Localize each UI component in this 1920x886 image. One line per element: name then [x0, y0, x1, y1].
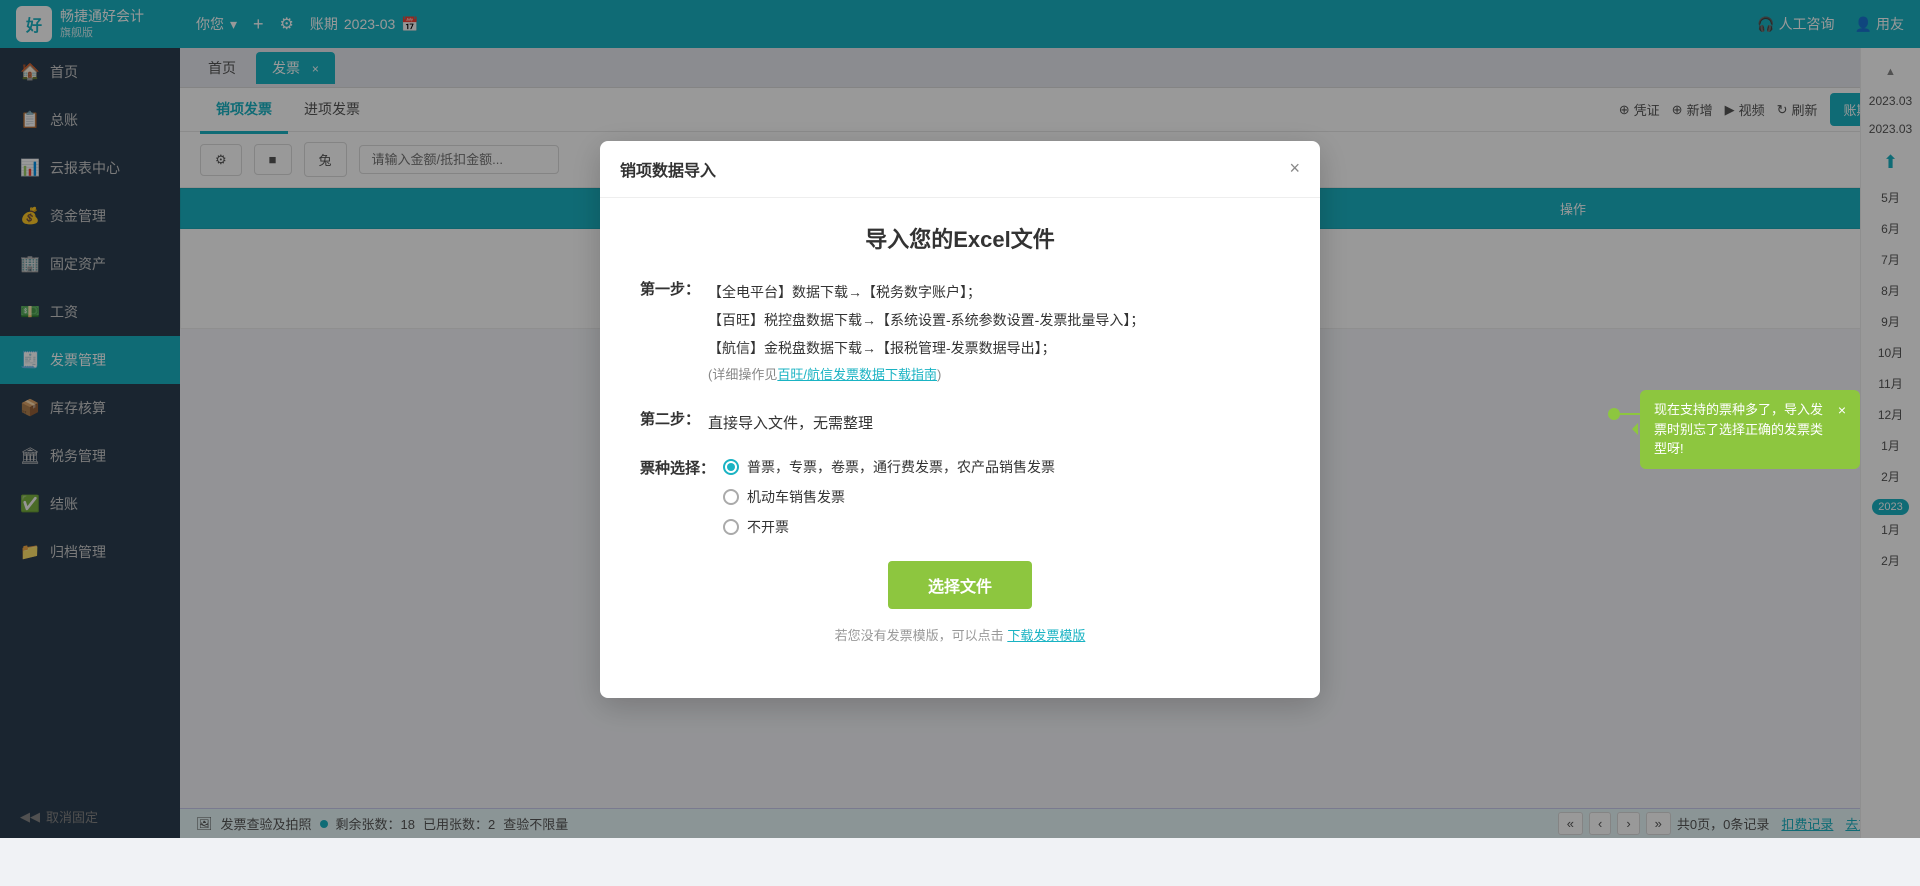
radio-group: 普票，专票，卷票，通行费发票，农产品销售发票 机动车销售发票 不开票 — [723, 457, 1055, 537]
radio-circle-2 — [723, 519, 739, 535]
step1-line3: 【航信】金税盘数据下载→【报税管理-发票数据导出】； — [708, 334, 1144, 362]
radio-option-1[interactable]: 机动车销售发票 — [723, 487, 1055, 507]
modal-main-title: 导入您的Excel文件 — [640, 222, 1280, 254]
radio-option-2[interactable]: 不开票 — [723, 517, 1055, 537]
step2-row: 第二步： 直接导入文件，无需整理 — [640, 408, 1280, 437]
modal-body: 导入您的Excel文件 第一步： 【全电平台】数据下载→【税务数字账户】； 【百… — [600, 198, 1320, 668]
select-file-btn[interactable]: 选择文件 — [888, 561, 1032, 609]
modal-title: 销项数据导入 — [620, 157, 716, 181]
modal-header: 销项数据导入 × — [600, 141, 1320, 198]
modal-overlay: 销项数据导入 × 导入您的Excel文件 第一步： 【全电平台】数据下载→【税务… — [0, 0, 1920, 838]
step1-line2: 【百旺】税控盘数据下载→【系统设置-系统参数设置-发票批量导入】； — [708, 306, 1144, 334]
step1-line1: 【全电平台】数据下载→【税务数字账户】； — [708, 278, 1144, 306]
radio-label-2: 不开票 — [747, 517, 789, 537]
radio-dot-0 — [727, 463, 735, 471]
step1-row: 第一步： 【全电平台】数据下载→【税务数字账户】； 【百旺】税控盘数据下载→【系… — [640, 278, 1280, 388]
step1-content: 【全电平台】数据下载→【税务数字账户】； 【百旺】税控盘数据下载→【系统设置-系… — [708, 278, 1144, 388]
ticket-section: 票种选择： 普票，专票，卷票，通行费发票，农产品销售发票 机动车销售发票 — [640, 457, 1280, 537]
step2-section: 第二步： 直接导入文件，无需整理 — [640, 408, 1280, 437]
modal-footer: 选择文件 — [640, 561, 1280, 609]
tooltip-close-btn[interactable]: × — [1838, 400, 1846, 421]
tooltip-text: 现在支持的票种多了，导入发票时别忘了选择正确的发票类型呀! — [1654, 402, 1823, 456]
radio-label-1: 机动车销售发票 — [747, 487, 845, 507]
tooltip-dot — [1608, 408, 1620, 420]
step1-link[interactable]: 百旺/航信发票数据下载指南 — [777, 367, 937, 382]
step1-label: 第一步： — [640, 278, 700, 299]
tooltip-bubble: × 现在支持的票种多了，导入发票时别忘了选择正确的发票类型呀! — [1640, 390, 1860, 469]
step1-section: 第一步： 【全电平台】数据下载→【税务数字账户】； 【百旺】税控盘数据下载→【系… — [640, 278, 1280, 388]
download-template-link[interactable]: 下载发票模版 — [1007, 628, 1085, 643]
ticket-label: 票种选择： — [640, 457, 715, 478]
modal-bottom-note: 若您没有发票模版，可以点击 下载发票模版 — [640, 625, 1280, 644]
radio-circle-0 — [723, 459, 739, 475]
step2-content: 直接导入文件，无需整理 — [708, 412, 873, 433]
modal-close-btn[interactable]: × — [1289, 158, 1300, 179]
radio-option-0[interactable]: 普票，专票，卷票，通行费发票，农产品销售发票 — [723, 457, 1055, 477]
import-modal: 销项数据导入 × 导入您的Excel文件 第一步： 【全电平台】数据下载→【税务… — [600, 141, 1320, 698]
ticket-row: 票种选择： 普票，专票，卷票，通行费发票，农产品销售发票 机动车销售发票 — [640, 457, 1280, 537]
step1-note: (详细操作见百旺/航信发票数据下载指南) — [708, 362, 1144, 388]
step2-label: 第二步： — [640, 408, 700, 429]
radio-circle-1 — [723, 489, 739, 505]
radio-label-0: 普票，专票，卷票，通行费发票，农产品销售发票 — [747, 457, 1055, 477]
